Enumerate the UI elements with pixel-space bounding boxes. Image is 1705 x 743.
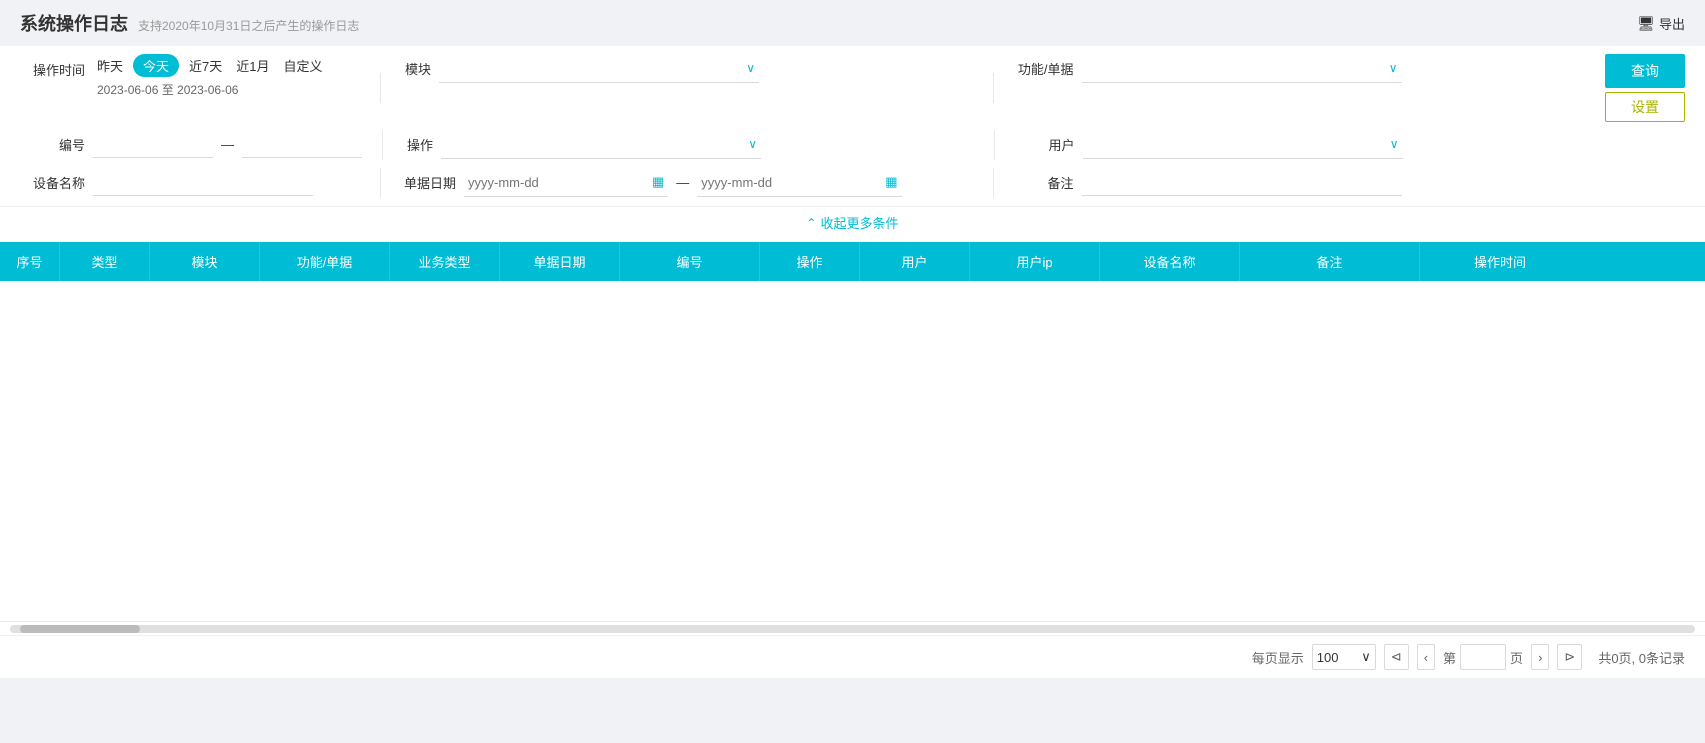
page-label-suffix: 页 [1510,648,1523,667]
module-select[interactable]: ∨ [439,54,759,83]
last-page-button[interactable]: ⊳ [1557,644,1582,670]
op-value [441,130,761,158]
module-value [439,54,759,82]
docdate-from-wrap: ▦ [464,168,668,197]
query-button[interactable]: 查询 [1605,54,1685,88]
page-header: 系统操作日志 支持2020年10月31日之后产生的操作日志 🖥 导出 [0,0,1705,46]
time-btn-7days[interactable]: 近7天 [185,54,226,77]
th-docdate: 单据日期 [500,242,620,281]
user-value [1083,130,1403,158]
docdate-field: 单据日期 ▦ — ▦ [401,168,973,197]
time-btn-yesterday[interactable]: 昨天 [93,54,127,77]
docdate-dash: — [676,175,689,190]
page-number-input[interactable]: 1 [1460,644,1506,670]
op-field: 操作 ∨ [403,130,974,159]
th-user: 用户 [860,242,970,281]
func-field: 功能/单据 ∨ [1014,54,1586,83]
collapse-up-icon: ⌃ [806,216,816,230]
func-label: 功能/单据 [1014,59,1074,78]
th-biztype: 业务类型 [390,242,500,281]
code-input-to[interactable] [242,130,362,158]
code-input-from[interactable] [93,130,213,158]
page-summary: 共0页, 0条记录 [1598,648,1685,667]
func-value [1082,54,1402,82]
code-dash: — [221,137,234,152]
time-range: 2023-06-06 至 2023-06-06 [97,81,327,98]
action-buttons: 查询 设置 [1605,54,1685,122]
pagination: 每页显示 100 ∨ ⊲ ‹ 第 1 页 › ⊳ 共0页, 0条记录 [0,635,1705,678]
th-userip: 用户ip [970,242,1100,281]
th-optime: 操作时间 [1420,242,1580,281]
table-container: 序号 类型 模块 功能/单据 业务类型 单据日期 编号 操作 用户 用户ip 设… [0,242,1705,621]
docdate-from-calendar-icon[interactable]: ▦ [648,174,668,190]
user-label: 用户 [1015,135,1075,154]
collapse-button[interactable]: ⌃ 收起更多条件 [806,213,898,232]
export-label: 导出 [1659,14,1685,33]
remark-label: 备注 [1014,173,1074,192]
th-seq: 序号 [0,242,60,281]
collapse-label: 收起更多条件 [821,213,899,232]
time-btn-custom[interactable]: 自定义 [280,54,327,77]
th-device: 设备名称 [1100,242,1240,281]
docdate-to-wrap: ▦ [697,168,901,197]
user-select[interactable]: ∨ [1083,130,1403,159]
export-icon: 🖥 [1637,15,1655,32]
th-module: 模块 [150,242,260,281]
filter-section: 操作时间 昨天 今天 近7天 近1月 自定义 2023-06-06 至 2023… [0,46,1705,242]
scrollbar-track [10,625,1695,633]
time-btn-today[interactable]: 今天 [133,54,179,77]
per-page-label: 每页显示 [1252,648,1304,667]
time-btn-1month[interactable]: 近1月 [232,54,273,77]
per-page-value: 100 [1317,650,1339,665]
th-op: 操作 [760,242,860,281]
user-field: 用户 ∨ [1015,130,1586,159]
time-label: 操作时间 [20,60,85,79]
scrollbar-thumb[interactable] [20,625,140,633]
table-body [0,281,1705,621]
th-func: 功能/单据 [260,242,390,281]
th-code: 编号 [620,242,760,281]
remark-input[interactable] [1082,168,1402,196]
docdate-label: 单据日期 [401,173,456,192]
prev-page-button[interactable]: ‹ [1417,644,1435,670]
module-label: 模块 [401,59,431,78]
export-button[interactable]: 🖥 导出 [1637,14,1685,33]
op-label: 操作 [403,135,433,154]
settings-button[interactable]: 设置 [1605,92,1685,122]
scrollbar-area[interactable] [0,621,1705,635]
collapse-row: ⌃ 收起更多条件 [0,206,1705,242]
module-field: 模块 ∨ [401,54,973,83]
docdate-from-input[interactable] [464,168,648,196]
th-remark: 备注 [1240,242,1420,281]
next-page-button[interactable]: › [1531,644,1549,670]
device-label: 设备名称 [20,173,85,192]
page-label-prefix: 第 [1443,648,1456,667]
device-input[interactable] [93,168,313,196]
docdate-to-calendar-icon[interactable]: ▦ [881,174,901,190]
op-select[interactable]: ∨ [441,130,761,159]
th-type: 类型 [60,242,150,281]
page-input-wrap: 第 1 页 [1443,644,1523,670]
page-title: 系统操作日志 [20,10,128,36]
page-subtitle: 支持2020年10月31日之后产生的操作日志 [138,17,359,34]
first-page-button[interactable]: ⊲ [1384,644,1409,670]
docdate-to-input[interactable] [697,168,881,196]
remark-field: 备注 [1014,168,1586,196]
per-page-chevron: ∨ [1361,649,1371,665]
per-page-select[interactable]: 100 ∨ [1312,644,1376,670]
func-select[interactable]: ∨ [1082,54,1402,83]
table-header: 序号 类型 模块 功能/单据 业务类型 单据日期 编号 操作 用户 用户ip 设… [0,242,1705,281]
code-label: 编号 [20,135,85,154]
